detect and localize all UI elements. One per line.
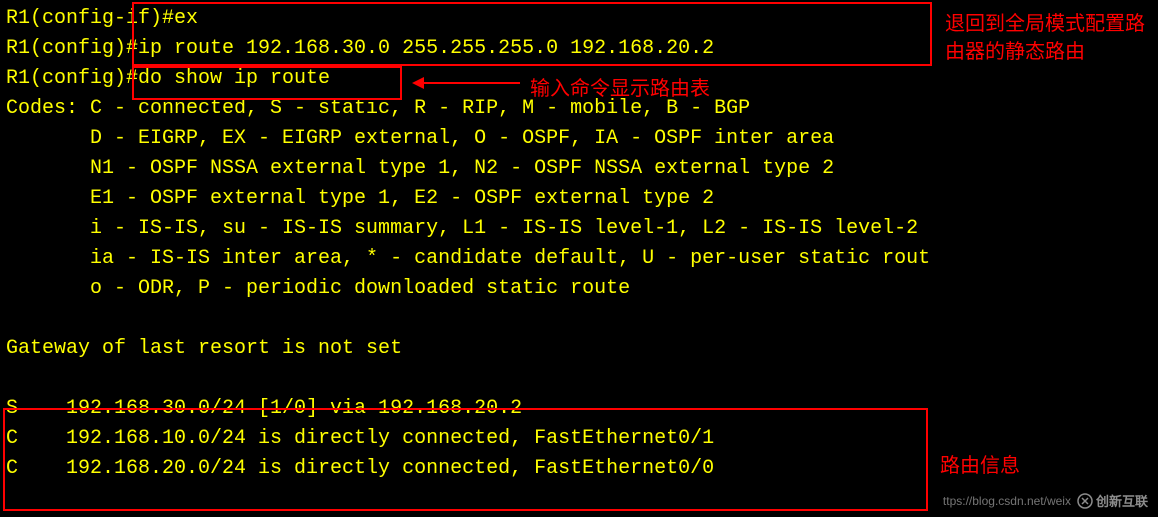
terminal-line: Gateway of last resort is not set bbox=[6, 334, 1152, 364]
terminal-line: E1 - OSPF external type 1, E2 - OSPF ext… bbox=[6, 184, 1152, 214]
watermark-logo-text: 创新互联 bbox=[1096, 492, 1148, 512]
annotation-static-route: 退回到全局模式配置路由器的静态路由 bbox=[945, 10, 1155, 66]
terminal-line: C 192.168.10.0/24 is directly connected,… bbox=[6, 424, 1152, 454]
terminal-line-blank bbox=[6, 364, 1152, 394]
watermark-url: ttps://blog.csdn.net/weix bbox=[943, 492, 1071, 510]
annotation-route-info: 路由信息 bbox=[940, 452, 1020, 480]
watermark-logo: 创新互联 bbox=[1077, 492, 1148, 512]
watermark: ttps://blog.csdn.net/weix 创新互联 bbox=[943, 492, 1148, 512]
terminal-line: D - EIGRP, EX - EIGRP external, O - OSPF… bbox=[6, 124, 1152, 154]
logo-icon bbox=[1077, 493, 1093, 509]
terminal-line: ia - IS-IS inter area, * - candidate def… bbox=[6, 244, 1152, 274]
terminal-line: o - ODR, P - periodic downloaded static … bbox=[6, 274, 1152, 304]
terminal-line: N1 - OSPF NSSA external type 1, N2 - OSP… bbox=[6, 154, 1152, 184]
terminal-line-blank bbox=[6, 304, 1152, 334]
arrow-icon bbox=[420, 82, 520, 84]
terminal-line: S 192.168.30.0/24 [1/0] via 192.168.20.2 bbox=[6, 394, 1152, 424]
annotation-show-route: 输入命令显示路由表 bbox=[530, 75, 710, 103]
terminal-line: i - IS-IS, su - IS-IS summary, L1 - IS-I… bbox=[6, 214, 1152, 244]
